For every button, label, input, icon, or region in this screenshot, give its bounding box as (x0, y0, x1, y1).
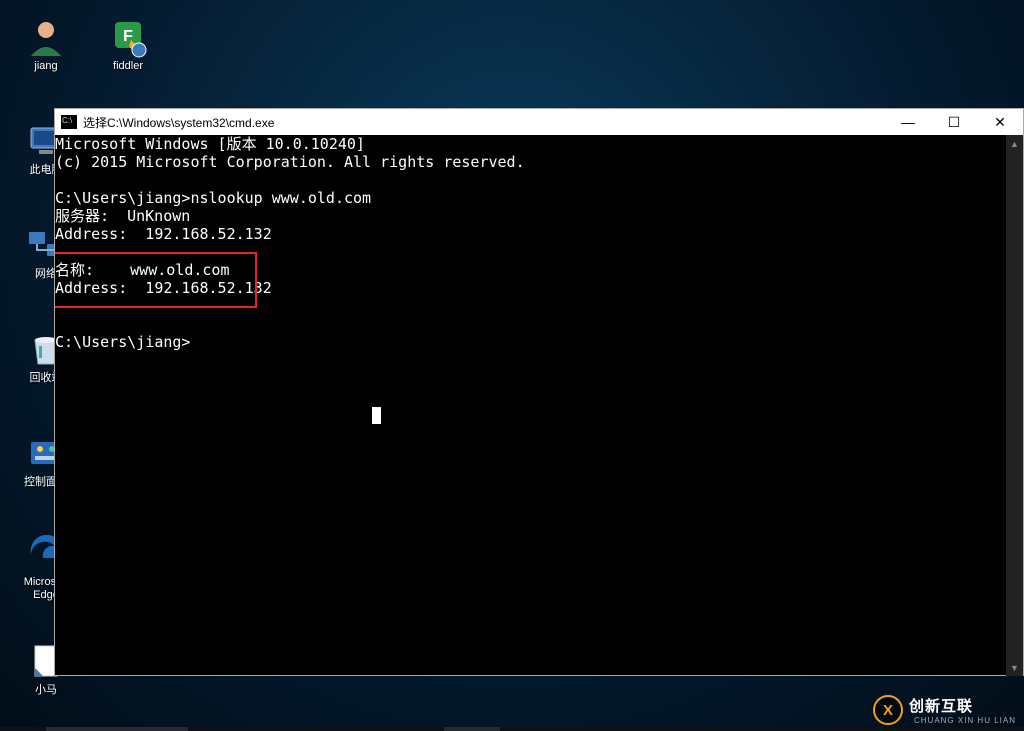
window-title: 选择C:\Windows\system32\cmd.exe (83, 114, 274, 131)
minimize-button[interactable]: — (885, 109, 931, 135)
desktop-icon-label: jiang (16, 60, 76, 73)
terminal-line (55, 315, 1023, 333)
watermark: X 创新互联 CHUANG XIN HU LIAN (873, 695, 1016, 725)
desktop-icon-label: fiddler (98, 60, 158, 73)
cmd-window: 选择C:\Windows\system32\cmd.exe — ☐ ✕ Micr… (54, 108, 1024, 676)
terminal-area[interactable]: Microsoft Windows [版本 10.0.10240](c) 201… (55, 135, 1023, 675)
watermark-badge: X (873, 695, 903, 725)
maximize-button[interactable]: ☐ (931, 109, 977, 135)
terminal-line (55, 171, 1023, 189)
watermark-sub: CHUANG XIN HU LIAN (914, 716, 1016, 725)
desktop-icon-label: 小马 (16, 684, 76, 697)
terminal-line (55, 243, 1023, 261)
scrollbar[interactable]: ▲ ▼ (1006, 135, 1023, 676)
terminal-cursor (372, 407, 381, 424)
terminal-line: 名称: www.old.com (55, 261, 1023, 279)
terminal-line: C:\Users\jiang> (55, 333, 1023, 351)
terminal-line: Address: 192.168.52.132 (55, 225, 1023, 243)
close-button[interactable]: ✕ (977, 109, 1023, 135)
scroll-up-icon[interactable]: ▲ (1006, 135, 1023, 152)
terminal-line: C:\Users\jiang>nslookup www.old.com (55, 189, 1023, 207)
terminal-line: Microsoft Windows [版本 10.0.10240] (55, 135, 1023, 153)
cmd-icon (61, 115, 77, 129)
terminal-line: 服务器: UnKnown (55, 207, 1023, 225)
terminal-line: (c) 2015 Microsoft Corporation. All righ… (55, 153, 1023, 171)
terminal-line (55, 297, 1023, 315)
desktop-icon-jiang[interactable]: jiang (16, 16, 76, 73)
terminal-line: Address: 192.168.52.132 (55, 279, 1023, 297)
scroll-down-icon[interactable]: ▼ (1006, 659, 1023, 676)
titlebar[interactable]: 选择C:\Windows\system32\cmd.exe — ☐ ✕ (55, 109, 1023, 135)
desktop-icon-fiddler[interactable]: Ffiddler (98, 16, 158, 73)
user-icon (25, 16, 67, 58)
taskbar-slot[interactable] (46, 727, 188, 731)
fiddler-icon: F (107, 16, 149, 58)
watermark-text: 创新互联 (909, 695, 1016, 716)
taskbar-slot[interactable] (444, 727, 500, 731)
